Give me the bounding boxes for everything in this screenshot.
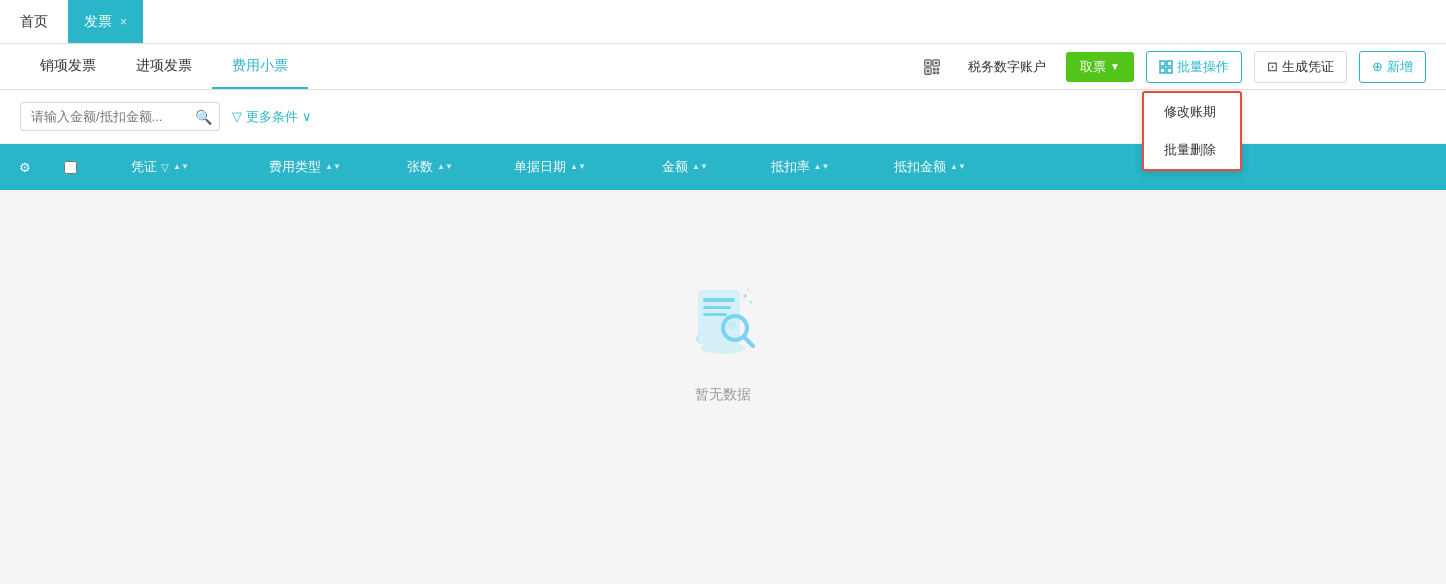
invoice-tab[interactable]: 发票 × bbox=[68, 0, 143, 43]
add-button[interactable]: ⊕ 新增 bbox=[1359, 51, 1426, 83]
add-label: 新增 bbox=[1387, 58, 1413, 76]
purchase-invoice-label: 进项发票 bbox=[136, 57, 192, 75]
home-label: 首页 bbox=[20, 13, 48, 31]
batch-op-label: 批量操作 bbox=[1177, 58, 1229, 76]
svg-point-23 bbox=[750, 301, 753, 304]
th-deduct-amount-label: 抵扣金额 bbox=[894, 158, 946, 176]
dropdown-item-batch-delete[interactable]: 批量删除 bbox=[1144, 131, 1240, 169]
home-nav-item[interactable]: 首页 bbox=[0, 0, 68, 43]
svg-rect-13 bbox=[1167, 68, 1172, 73]
th-voucher-sort[interactable]: ▲▼ bbox=[173, 163, 189, 171]
th-count-sort[interactable]: ▲▼ bbox=[437, 163, 453, 171]
qr-icon bbox=[923, 58, 941, 76]
th-voucher-label: 凭证 bbox=[131, 158, 157, 176]
top-nav: 首页 发票 × bbox=[0, 0, 1446, 44]
th-deduct-amount[interactable]: 抵扣金额 ▲▼ bbox=[850, 158, 1010, 176]
th-expense-type-label: 费用类型 bbox=[269, 158, 321, 176]
search-icon[interactable]: 🔍 bbox=[195, 109, 212, 125]
th-date-label: 单据日期 bbox=[514, 158, 566, 176]
tab-label: 发票 bbox=[84, 13, 112, 31]
sub-nav: 销项发票 进项发票 费用小票 税务数字账户 bbox=[0, 44, 1446, 90]
th-date[interactable]: 单据日期 ▲▼ bbox=[480, 158, 620, 176]
more-filter-chevron: ∨ bbox=[302, 109, 312, 124]
sub-nav-tabs: 销项发票 进项发票 费用小票 bbox=[20, 44, 308, 89]
gen-voucher-button[interactable]: ⊡ 生成凭证 bbox=[1254, 51, 1347, 83]
svg-rect-17 bbox=[703, 306, 731, 309]
batch-op-button[interactable]: 批量操作 bbox=[1146, 51, 1242, 83]
expense-receipt-label: 费用小票 bbox=[232, 57, 288, 75]
svg-rect-8 bbox=[935, 61, 938, 64]
empty-state-icon bbox=[673, 270, 773, 370]
th-count[interactable]: 张数 ▲▼ bbox=[380, 158, 480, 176]
th-amount-label: 金额 bbox=[662, 158, 688, 176]
tab-sales-invoice[interactable]: 销项发票 bbox=[20, 44, 116, 89]
select-all-checkbox[interactable] bbox=[64, 161, 77, 174]
th-amount[interactable]: 金额 ▲▼ bbox=[620, 158, 750, 176]
take-ticket-label: 取票 bbox=[1080, 58, 1106, 76]
empty-state-text: 暂无数据 bbox=[695, 386, 751, 404]
tax-digital-account-button[interactable]: 税务数字账户 bbox=[960, 58, 1054, 76]
tab-close-icon[interactable]: × bbox=[120, 15, 127, 29]
batch-op-wrapper: 批量操作 修改账期 批量删除 bbox=[1146, 51, 1242, 83]
th-expense-type-sort[interactable]: ▲▼ bbox=[325, 163, 341, 171]
th-checkbox[interactable] bbox=[50, 161, 90, 174]
th-deduct-rate-sort[interactable]: ▲▼ bbox=[814, 163, 830, 171]
th-deduct-rate-label: 抵扣率 bbox=[771, 158, 810, 176]
svg-rect-11 bbox=[1167, 61, 1172, 66]
gen-voucher-icon: ⊡ bbox=[1267, 59, 1278, 74]
more-filter-label: 更多条件 bbox=[246, 108, 298, 126]
take-ticket-button[interactable]: 取票 ▼ bbox=[1066, 52, 1134, 82]
filter-icon: ▽ bbox=[232, 109, 242, 124]
svg-rect-10 bbox=[1160, 61, 1165, 66]
svg-rect-9 bbox=[927, 69, 930, 72]
batch-icon bbox=[1159, 60, 1173, 74]
tab-purchase-invoice[interactable]: 进项发票 bbox=[116, 44, 212, 89]
settings-icon: ⚙ bbox=[19, 160, 31, 175]
svg-rect-16 bbox=[703, 298, 735, 302]
toolbar: 税务数字账户 取票 ▼ 批量操作 修改账期 bbox=[916, 51, 1426, 83]
svg-line-20 bbox=[744, 337, 753, 346]
sales-invoice-label: 销项发票 bbox=[40, 57, 96, 75]
th-settings[interactable]: ⚙ bbox=[0, 160, 50, 175]
svg-rect-3 bbox=[933, 67, 936, 70]
add-icon: ⊕ bbox=[1372, 59, 1383, 74]
svg-point-24 bbox=[747, 289, 749, 291]
th-voucher[interactable]: 凭证 ▽ ▲▼ bbox=[90, 158, 230, 176]
th-expense-type[interactable]: 费用类型 ▲▼ bbox=[230, 158, 380, 176]
svg-point-21 bbox=[728, 321, 736, 329]
svg-rect-6 bbox=[937, 71, 940, 74]
svg-rect-7 bbox=[927, 61, 930, 64]
svg-point-22 bbox=[743, 294, 747, 298]
search-wrap: 🔍 bbox=[20, 102, 220, 131]
more-filter-button[interactable]: ▽ 更多条件 ∨ bbox=[232, 108, 312, 126]
svg-rect-4 bbox=[937, 67, 940, 70]
gen-voucher-label: 生成凭证 bbox=[1282, 58, 1334, 76]
take-ticket-chevron: ▼ bbox=[1110, 61, 1120, 72]
tab-expense-receipt[interactable]: 费用小票 bbox=[212, 44, 308, 89]
th-date-sort[interactable]: ▲▼ bbox=[570, 163, 586, 171]
svg-rect-5 bbox=[933, 71, 936, 74]
th-voucher-filter-icon: ▽ bbox=[161, 162, 169, 173]
empty-state: 暂无数据 bbox=[0, 190, 1446, 464]
svg-rect-18 bbox=[703, 313, 727, 316]
th-count-label: 张数 bbox=[407, 158, 433, 176]
th-amount-sort[interactable]: ▲▼ bbox=[692, 163, 708, 171]
th-deduct-rate[interactable]: 抵扣率 ▲▼ bbox=[750, 158, 850, 176]
search-input[interactable] bbox=[20, 102, 220, 131]
batch-dropdown-menu: 修改账期 批量删除 bbox=[1142, 91, 1242, 171]
qr-button[interactable] bbox=[916, 51, 948, 83]
svg-rect-12 bbox=[1160, 68, 1165, 73]
th-deduct-amount-sort[interactable]: ▲▼ bbox=[950, 163, 966, 171]
dropdown-item-modify-period[interactable]: 修改账期 bbox=[1144, 93, 1240, 131]
